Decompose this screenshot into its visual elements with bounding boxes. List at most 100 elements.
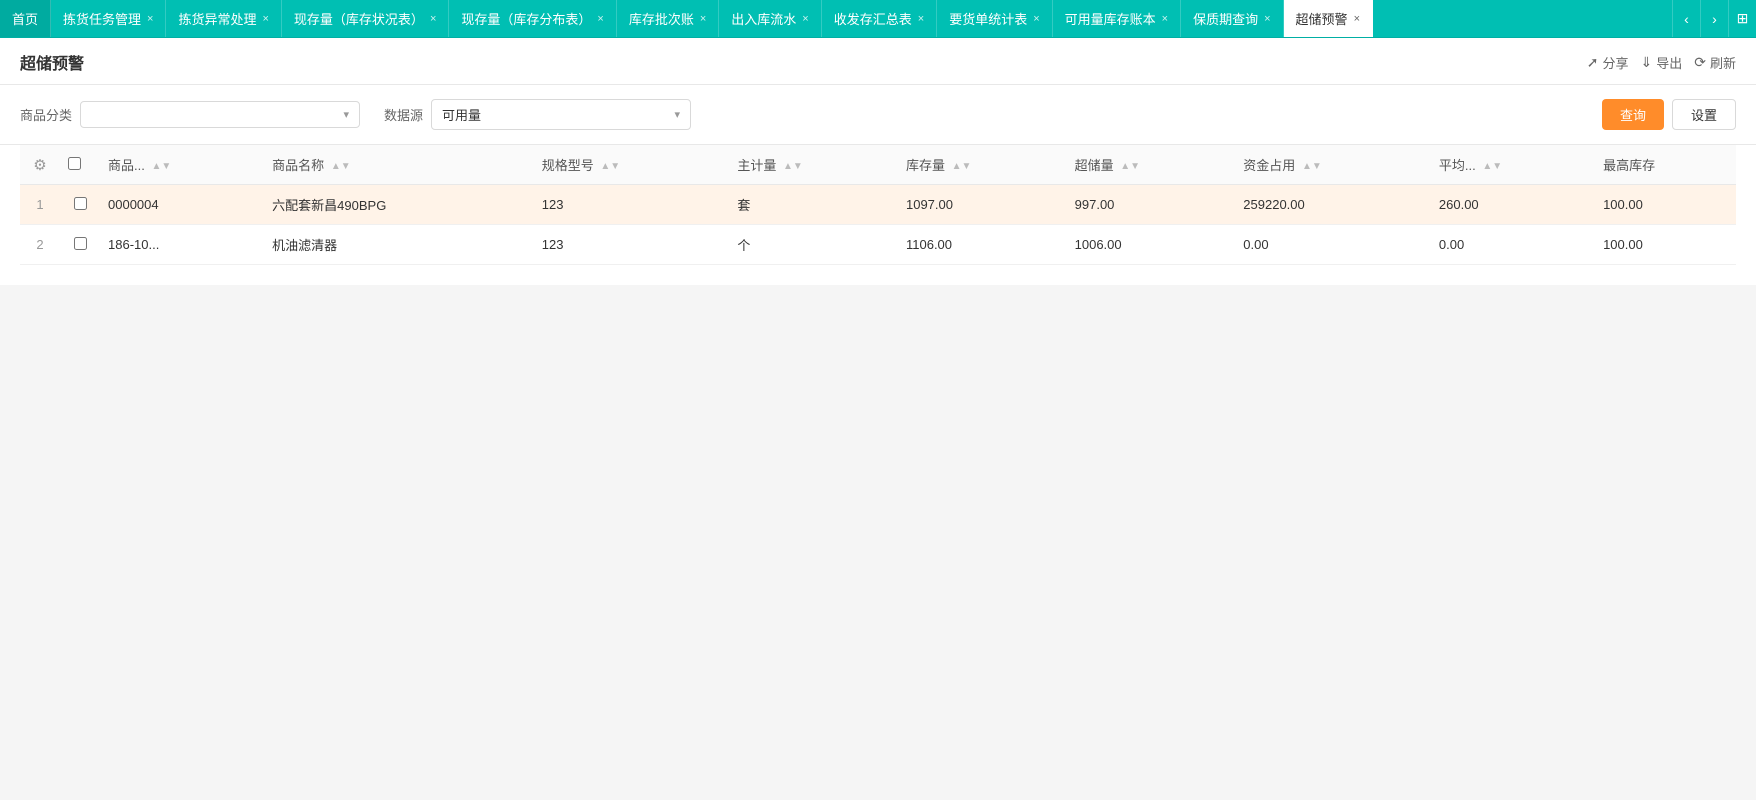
- close-icon[interactable]: ×: [802, 13, 808, 25]
- row-checkbox[interactable]: [74, 237, 87, 250]
- nav-order-stats[interactable]: 要货单统计表 ×: [937, 0, 1052, 37]
- close-icon[interactable]: ×: [918, 13, 924, 25]
- unit: 套: [729, 185, 898, 225]
- page-title: 超储预警: [20, 50, 84, 74]
- spec: 123: [534, 185, 730, 225]
- th-product-code: 商品... ▲▼: [100, 145, 264, 185]
- datasource-filter-group: 数据源 可用量 ▾: [384, 99, 691, 130]
- row-checkbox-cell: [60, 185, 100, 225]
- sort-icon[interactable]: ▲▼: [600, 162, 620, 172]
- close-icon[interactable]: ×: [1264, 13, 1270, 25]
- gear-icon[interactable]: ⚙: [33, 157, 46, 174]
- close-icon[interactable]: ×: [430, 13, 436, 25]
- select-all-checkbox[interactable]: [68, 157, 81, 170]
- nav-stock-status[interactable]: 现存量（库存状况表） ×: [282, 0, 449, 37]
- capital: 0.00: [1235, 225, 1431, 265]
- export-icon: ⇓: [1641, 54, 1653, 71]
- th-product-name: 商品名称 ▲▼: [264, 145, 534, 185]
- close-icon[interactable]: ×: [700, 13, 706, 25]
- row-num: 2: [20, 225, 60, 265]
- th-spec: 规格型号 ▲▼: [534, 145, 730, 185]
- data-table: ⚙ 商品... ▲▼ 商品名称 ▲▼ 规格型号 ▲▼: [20, 145, 1736, 265]
- row-num: 1: [20, 185, 60, 225]
- datasource-select[interactable]: 可用量 ▾: [431, 99, 691, 130]
- max-stock: 100.00: [1595, 225, 1736, 265]
- page-header: 超储预警 ➚ 分享 ⇓ 导出 ⟳ 刷新: [0, 38, 1756, 85]
- refresh-action[interactable]: ⟳ 刷新: [1694, 53, 1736, 72]
- capital: 259220.00: [1235, 185, 1431, 225]
- product-name: 六配套新昌490BPG: [264, 185, 534, 225]
- nav-abnormal[interactable]: 拣货异常处理 ×: [166, 0, 281, 37]
- nav-collect-summary[interactable]: 收发存汇总表 ×: [822, 0, 937, 37]
- share-icon: ➚: [1587, 54, 1599, 71]
- refresh-icon: ⟳: [1694, 54, 1706, 71]
- overstock: 997.00: [1067, 185, 1236, 225]
- th-capital: 资金占用 ▲▼: [1235, 145, 1431, 185]
- spec: 123: [534, 225, 730, 265]
- th-checkbox: [60, 145, 100, 185]
- nav-available-account[interactable]: 可用量库存账本 ×: [1053, 0, 1181, 37]
- chevron-down-icon: ▾: [675, 108, 681, 121]
- nav-shelf-life[interactable]: 保质期查询 ×: [1181, 0, 1283, 37]
- stock: 1097.00: [898, 185, 1067, 225]
- th-settings: ⚙: [20, 145, 60, 185]
- sort-icon[interactable]: ▲▼: [1120, 162, 1140, 172]
- sort-icon[interactable]: ▲▼: [1482, 162, 1502, 172]
- share-action[interactable]: ➚ 分享: [1587, 53, 1629, 72]
- close-icon[interactable]: ×: [1162, 13, 1168, 25]
- datasource-label: 数据源: [384, 105, 423, 124]
- settings-button[interactable]: 设置: [1672, 99, 1736, 130]
- sort-icon[interactable]: ▲▼: [783, 162, 803, 172]
- nav-arrows: ‹ › ⊞: [1672, 0, 1756, 38]
- nav-next-arrow[interactable]: ›: [1700, 0, 1728, 38]
- category-select[interactable]: ▾: [80, 101, 360, 128]
- product-code: 186-10...: [100, 225, 264, 265]
- nav-stock-dist[interactable]: 现存量（库存分布表） ×: [449, 0, 616, 37]
- datasource-select-value: 可用量: [442, 105, 481, 124]
- table-container: ⚙ 商品... ▲▼ 商品名称 ▲▼ 规格型号 ▲▼: [0, 145, 1756, 285]
- main-content: 超储预警 ➚ 分享 ⇓ 导出 ⟳ 刷新 商品分类 ▾ 数据源: [0, 38, 1756, 285]
- sort-icon[interactable]: ▲▼: [952, 162, 972, 172]
- table-row: 2 186-10... 机油滤清器 123 个 1106.00 1006.00 …: [20, 225, 1736, 265]
- product-code: 0000004: [100, 185, 264, 225]
- th-stock: 库存量 ▲▼: [898, 145, 1067, 185]
- nav-batch-account[interactable]: 库存批次账 ×: [617, 0, 719, 37]
- row-checkbox[interactable]: [74, 197, 87, 210]
- nav-home[interactable]: 首页: [0, 0, 51, 37]
- filter-bar: 商品分类 ▾ 数据源 可用量 ▾ 查询 设置: [0, 85, 1756, 145]
- sort-icon[interactable]: ▲▼: [1302, 162, 1322, 172]
- row-checkbox-cell: [60, 225, 100, 265]
- nav-prev-arrow[interactable]: ‹: [1672, 0, 1700, 38]
- category-select-value: [91, 107, 95, 122]
- th-overstock: 超储量 ▲▼: [1067, 145, 1236, 185]
- table-row: 1 0000004 六配套新昌490BPG 123 套 1097.00 997.…: [20, 185, 1736, 225]
- product-name: 机油滤清器: [264, 225, 534, 265]
- nav-inout-flow[interactable]: 出入库流水 ×: [719, 0, 821, 37]
- filter-actions: 查询 设置: [1602, 99, 1736, 130]
- nav-overstock-warning[interactable]: 超储预警 ×: [1284, 0, 1373, 37]
- close-icon[interactable]: ×: [597, 13, 603, 25]
- category-filter-group: 商品分类 ▾: [20, 101, 360, 128]
- sort-icon[interactable]: ▲▼: [151, 162, 171, 172]
- table-header-row: ⚙ 商品... ▲▼ 商品名称 ▲▼ 规格型号 ▲▼: [20, 145, 1736, 185]
- th-avg: 平均... ▲▼: [1431, 145, 1595, 185]
- unit: 个: [729, 225, 898, 265]
- chevron-down-icon: ▾: [343, 108, 349, 121]
- sort-icon[interactable]: ▲▼: [331, 162, 351, 172]
- query-button[interactable]: 查询: [1602, 99, 1664, 130]
- th-max-stock: 最高库存: [1595, 145, 1736, 185]
- avg: 0.00: [1431, 225, 1595, 265]
- close-icon[interactable]: ×: [1354, 13, 1360, 25]
- header-actions: ➚ 分享 ⇓ 导出 ⟳ 刷新: [1587, 53, 1736, 72]
- export-action[interactable]: ⇓ 导出: [1641, 53, 1683, 72]
- stock: 1106.00: [898, 225, 1067, 265]
- close-icon[interactable]: ×: [262, 13, 268, 25]
- avg: 260.00: [1431, 185, 1595, 225]
- nav-expand-arrow[interactable]: ⊞: [1728, 0, 1756, 38]
- nav-task-mgmt[interactable]: 拣货任务管理 ×: [51, 0, 166, 37]
- close-icon[interactable]: ×: [147, 13, 153, 25]
- top-nav: 首页 拣货任务管理 × 拣货异常处理 × 现存量（库存状况表） × 现存量（库存…: [0, 0, 1756, 38]
- max-stock: 100.00: [1595, 185, 1736, 225]
- close-icon[interactable]: ×: [1033, 13, 1039, 25]
- category-label: 商品分类: [20, 105, 72, 124]
